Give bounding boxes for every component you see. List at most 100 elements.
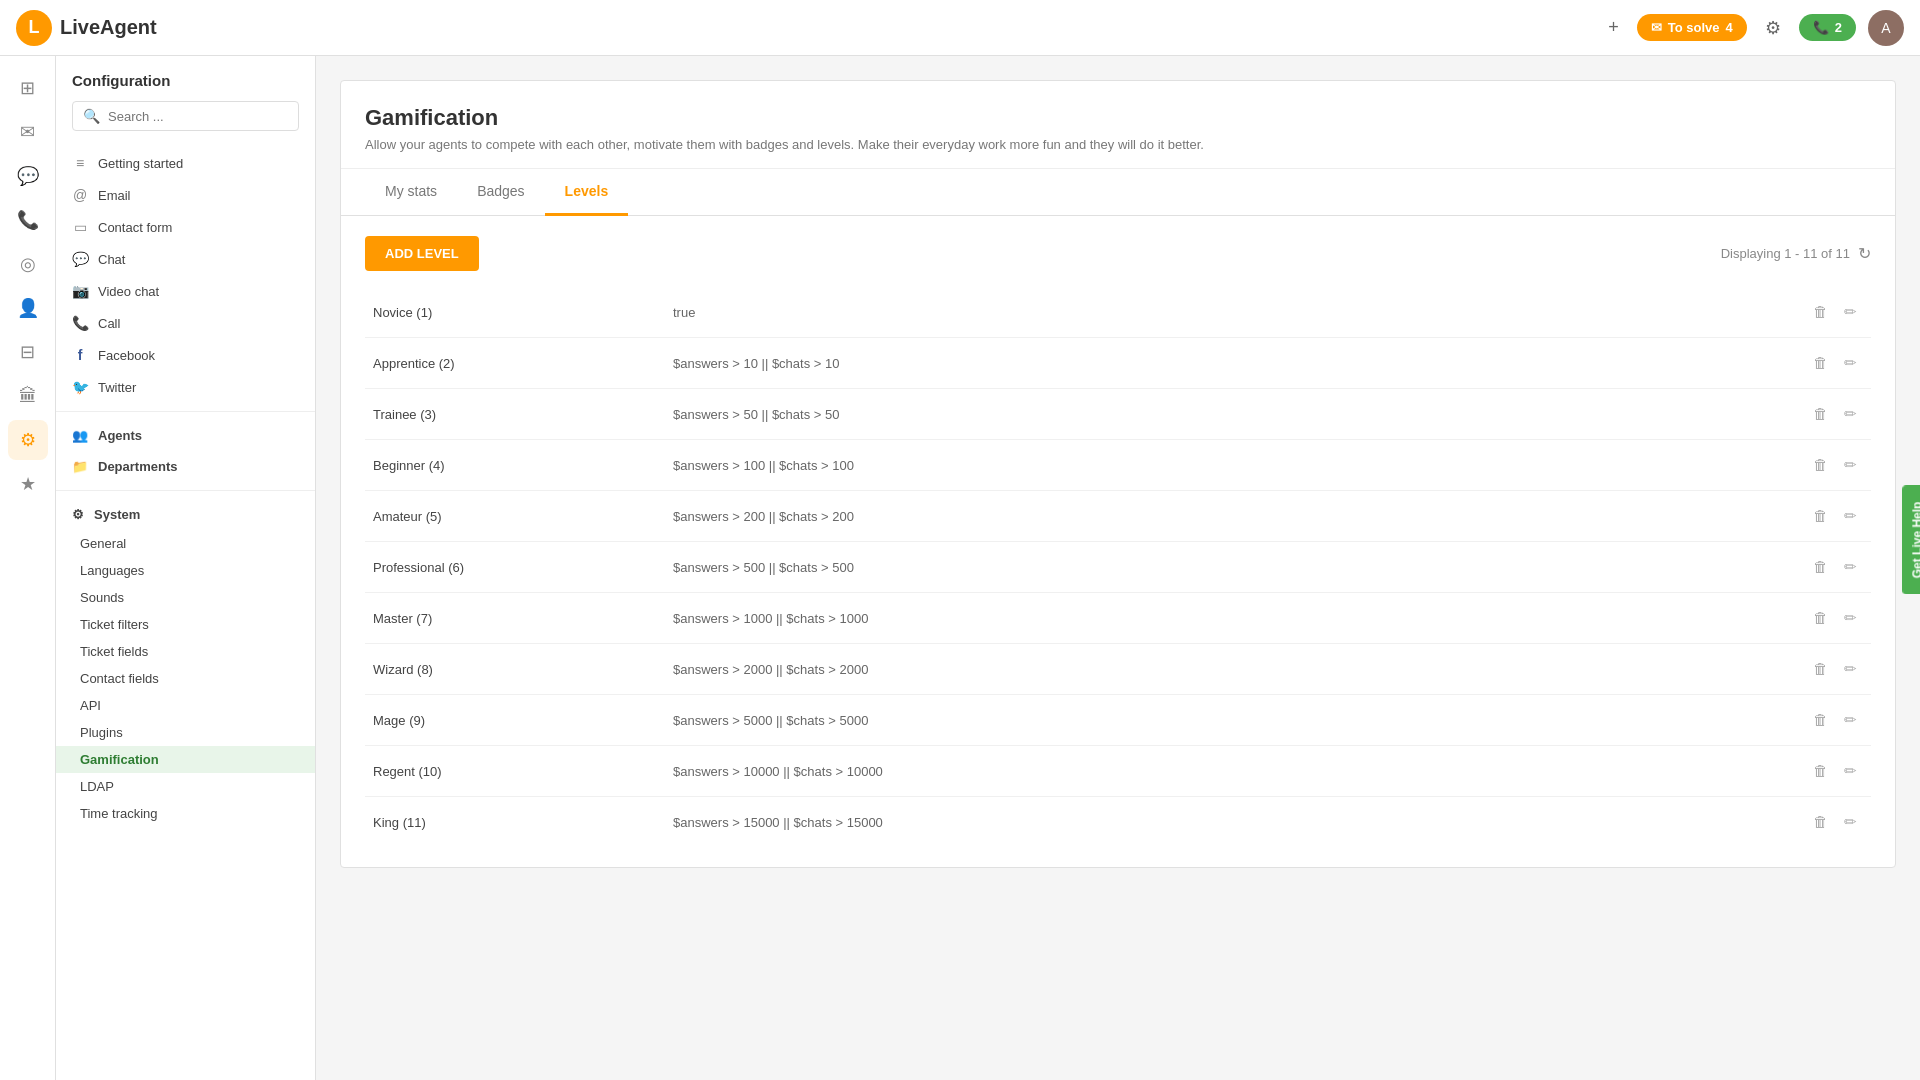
- system-icon: ⚙: [72, 507, 84, 522]
- level-name: Wizard (8): [365, 644, 665, 695]
- sidebar-item-chat[interactable]: 💬 Chat: [56, 243, 315, 275]
- sidebar-system-item-api[interactable]: API: [56, 692, 315, 719]
- level-condition: $answers > 2000 || $chats > 2000: [665, 644, 1791, 695]
- sidebar-system-item-gamification[interactable]: Gamification: [56, 746, 315, 773]
- level-condition: $answers > 5000 || $chats > 5000: [665, 695, 1791, 746]
- icon-nav: ⊞ ✉ 💬 📞 ◎ 👤 ⊟ 🏛 ⚙ ★: [0, 56, 56, 1080]
- level-actions: 🗑 ✏: [1791, 797, 1871, 848]
- sidebar-item-agents[interactable]: 👥 Agents: [56, 420, 315, 451]
- level-condition: true: [665, 287, 1791, 338]
- sidebar-system-item-ldap[interactable]: LDAP: [56, 773, 315, 800]
- tabs-bar: My stats Badges Levels: [341, 169, 1895, 216]
- sidebar-item-facebook[interactable]: f Facebook: [56, 339, 315, 371]
- tab-my-stats[interactable]: My stats: [365, 169, 457, 216]
- tab-levels[interactable]: Levels: [545, 169, 629, 216]
- edit-button[interactable]: ✏: [1838, 554, 1863, 580]
- sidebar-item-departments[interactable]: 📁 Departments: [56, 451, 315, 482]
- delete-button[interactable]: 🗑: [1807, 299, 1834, 324]
- delete-button[interactable]: 🗑: [1807, 707, 1834, 732]
- edit-button[interactable]: ✏: [1838, 707, 1863, 733]
- sidebar-item-getting-started[interactable]: ≡ Getting started: [56, 147, 315, 179]
- nav-knowledgebase[interactable]: ⊟: [8, 332, 48, 372]
- edit-button[interactable]: ✏: [1838, 809, 1863, 835]
- logo: L LiveAgent: [16, 10, 157, 46]
- sidebar-title: Configuration: [56, 72, 315, 101]
- delete-button[interactable]: 🗑: [1807, 350, 1834, 375]
- table-area: ADD LEVEL Displaying 1 - 11 of 11 ↻ Novi…: [341, 216, 1895, 867]
- level-condition: $answers > 50 || $chats > 50: [665, 389, 1791, 440]
- logo-icon: L: [16, 10, 52, 46]
- sidebar-system-header[interactable]: ⚙ System: [56, 499, 315, 530]
- level-name: Professional (6): [365, 542, 665, 593]
- divider-1: [56, 411, 315, 412]
- sidebar-item-video-chat[interactable]: 📷 Video chat: [56, 275, 315, 307]
- level-name: Master (7): [365, 593, 665, 644]
- edit-button[interactable]: ✏: [1838, 503, 1863, 529]
- level-condition: $answers > 200 || $chats > 200: [665, 491, 1791, 542]
- level-condition: $answers > 500 || $chats > 500: [665, 542, 1791, 593]
- nav-settings[interactable]: ⚙: [8, 420, 48, 460]
- nav-dashboard[interactable]: ⊞: [8, 68, 48, 108]
- add-button[interactable]: +: [1602, 11, 1625, 44]
- nav-gamification[interactable]: ★: [8, 464, 48, 504]
- video-chat-icon: 📷: [72, 283, 88, 299]
- table-row: Apprentice (2) $answers > 10 || $chats >…: [365, 338, 1871, 389]
- sidebar-item-twitter[interactable]: 🐦 Twitter: [56, 371, 315, 403]
- delete-button[interactable]: 🗑: [1807, 554, 1834, 579]
- sidebar-system-item-sounds[interactable]: Sounds: [56, 584, 315, 611]
- refresh-button[interactable]: ↻: [1858, 244, 1871, 263]
- sidebar-item-contact-form[interactable]: ▭ Contact form: [56, 211, 315, 243]
- nav-contacts[interactable]: 👤: [8, 288, 48, 328]
- level-name: Amateur (5): [365, 491, 665, 542]
- nav-call[interactable]: 📞: [8, 200, 48, 240]
- delete-button[interactable]: 🗑: [1807, 656, 1834, 681]
- table-row: Beginner (4) $answers > 100 || $chats > …: [365, 440, 1871, 491]
- level-condition: $answers > 15000 || $chats > 15000: [665, 797, 1791, 848]
- level-actions: 🗑 ✏: [1791, 593, 1871, 644]
- edit-button[interactable]: ✏: [1838, 605, 1863, 631]
- edit-button[interactable]: ✏: [1838, 401, 1863, 427]
- sidebar-system-item-ticket-filters[interactable]: Ticket filters: [56, 611, 315, 638]
- add-level-button[interactable]: ADD LEVEL: [365, 236, 479, 271]
- edit-button[interactable]: ✏: [1838, 350, 1863, 376]
- search-input[interactable]: [108, 109, 288, 124]
- sidebar-system-item-plugins[interactable]: Plugins: [56, 719, 315, 746]
- sidebar-system-item-time-tracking[interactable]: Time tracking: [56, 800, 315, 827]
- sidebar-search[interactable]: 🔍: [72, 101, 299, 131]
- nav-tickets[interactable]: ✉: [8, 112, 48, 152]
- edit-button[interactable]: ✏: [1838, 758, 1863, 784]
- divider-2: [56, 490, 315, 491]
- delete-button[interactable]: 🗑: [1807, 503, 1834, 528]
- delete-button[interactable]: 🗑: [1807, 809, 1834, 834]
- display-text: Displaying 1 - 11 of 11: [1721, 246, 1850, 261]
- edit-button[interactable]: ✏: [1838, 656, 1863, 682]
- avatar[interactable]: A: [1868, 10, 1904, 46]
- table-row: Amateur (5) $answers > 200 || $chats > 2…: [365, 491, 1871, 542]
- delete-button[interactable]: 🗑: [1807, 758, 1834, 783]
- edit-button[interactable]: ✏: [1838, 452, 1863, 478]
- delete-button[interactable]: 🗑: [1807, 605, 1834, 630]
- nav-chat[interactable]: 💬: [8, 156, 48, 196]
- sidebar-item-email[interactable]: @ Email: [56, 179, 315, 211]
- table-row: Wizard (8) $answers > 2000 || $chats > 2…: [365, 644, 1871, 695]
- levels-table: Novice (1) true 🗑 ✏ Apprentice (2) $answ…: [365, 287, 1871, 847]
- call-button[interactable]: 📞 2: [1799, 14, 1856, 41]
- sidebar: Configuration 🔍 ≡ Getting started @ Emai…: [56, 56, 316, 1080]
- sidebar-system-item-contact-fields[interactable]: Contact fields: [56, 665, 315, 692]
- main-content: Gamification Allow your agents to compet…: [316, 56, 1920, 1080]
- sidebar-system-item-ticket-fields[interactable]: Ticket fields: [56, 638, 315, 665]
- nav-customers[interactable]: 🏛: [8, 376, 48, 416]
- sidebar-system-item-languages[interactable]: Languages: [56, 557, 315, 584]
- live-help-tab[interactable]: Get Live Help: [1903, 486, 1920, 595]
- sidebar-item-call[interactable]: 📞 Call: [56, 307, 315, 339]
- sidebar-system-item-general[interactable]: General: [56, 530, 315, 557]
- search-icon: 🔍: [83, 108, 100, 124]
- delete-button[interactable]: 🗑: [1807, 452, 1834, 477]
- edit-button[interactable]: ✏: [1838, 299, 1863, 325]
- notifications-button[interactable]: ⚙: [1759, 11, 1787, 45]
- nav-reports[interactable]: ◎: [8, 244, 48, 284]
- delete-button[interactable]: 🗑: [1807, 401, 1834, 426]
- tab-badges[interactable]: Badges: [457, 169, 544, 216]
- tosolve-button[interactable]: ✉ To solve 4: [1637, 14, 1747, 41]
- table-row: Professional (6) $answers > 500 || $chat…: [365, 542, 1871, 593]
